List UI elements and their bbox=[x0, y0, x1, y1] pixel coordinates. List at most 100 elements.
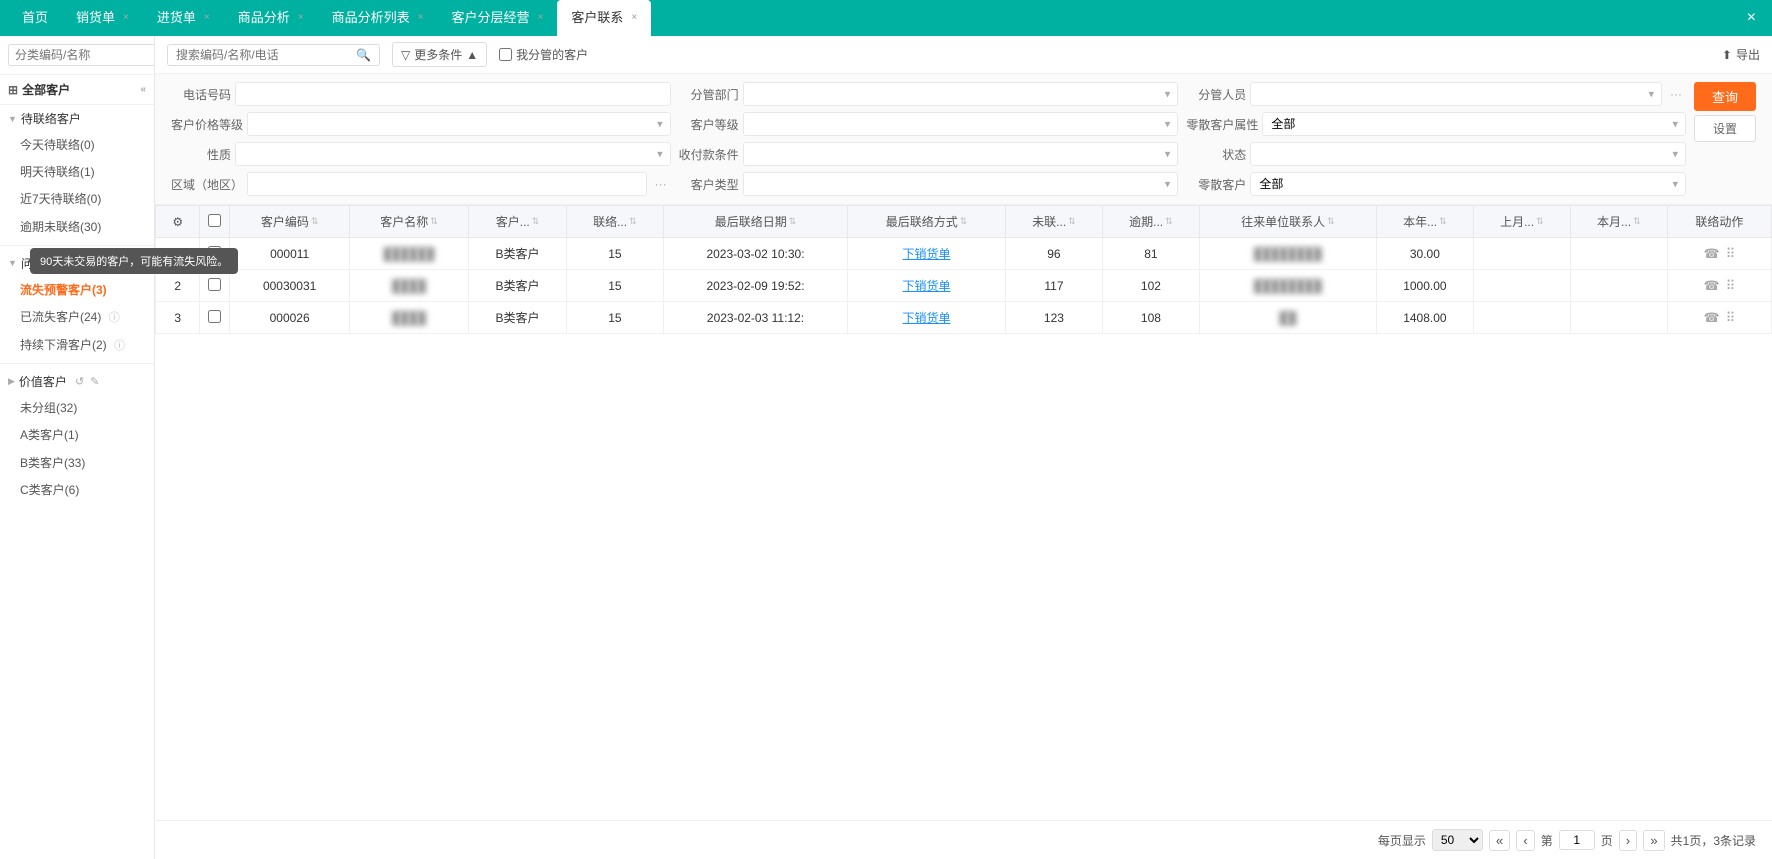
sidebar-item-overdue[interactable]: 逾期未联络(30) bbox=[0, 214, 154, 241]
th-last-month-amt[interactable]: 上月...⇅ bbox=[1473, 206, 1570, 238]
close-all-button[interactable]: × bbox=[1739, 9, 1764, 27]
sidebar-search-input[interactable] bbox=[8, 44, 155, 66]
tab-product-analysis-close[interactable]: × bbox=[298, 0, 304, 36]
tab-customer-tier[interactable]: 客户分层经营 × bbox=[437, 0, 557, 36]
sort-name[interactable]: 客户名称⇅ bbox=[380, 213, 438, 230]
sidebar-group-value-title[interactable]: ▶ 价值客户 ↺ ✎ bbox=[0, 368, 154, 395]
tab-customer-contact[interactable]: 客户联系 × bbox=[557, 0, 651, 36]
td-last-way-3[interactable]: 下销货单 bbox=[848, 302, 1006, 334]
sidebar-item-ungrouped[interactable]: 未分组(32) bbox=[0, 395, 154, 422]
adv-select-manager[interactable] bbox=[1250, 82, 1662, 106]
sort-year-amt[interactable]: 本年...⇅ bbox=[1403, 213, 1447, 230]
adv-input-region[interactable] bbox=[247, 172, 647, 196]
adv-select-price-grade[interactable] bbox=[247, 112, 671, 136]
tab-sales-close[interactable]: × bbox=[123, 0, 129, 36]
manager-dots-button[interactable]: ··· bbox=[1666, 87, 1686, 101]
td-checkbox-3[interactable] bbox=[200, 302, 230, 334]
action-menu-icon-1[interactable]: ⠿ bbox=[1726, 246, 1736, 262]
sort-this-month-amt[interactable]: 本月...⇅ bbox=[1597, 213, 1641, 230]
td-last-way-1[interactable]: 下销货单 bbox=[848, 238, 1006, 270]
adv-select-status[interactable] bbox=[1250, 142, 1686, 166]
query-button[interactable]: 查询 bbox=[1694, 82, 1756, 111]
sort-last-way[interactable]: 最后联络方式⇅ bbox=[886, 213, 968, 230]
per-page-select[interactable]: 50 100 200 bbox=[1432, 829, 1483, 851]
sidebar-group-pending-title[interactable]: ▼ 待联络客户 bbox=[0, 105, 154, 132]
tab-sales[interactable]: 销货单 × bbox=[62, 0, 143, 36]
th-gear[interactable]: ⚙ bbox=[156, 206, 200, 238]
row-checkbox-3[interactable] bbox=[208, 310, 221, 323]
sidebar-all-customers[interactable]: ⊞ 全部客户 « bbox=[0, 75, 154, 105]
sort-liaison[interactable]: 往来单位联系人⇅ bbox=[1241, 213, 1335, 230]
refresh-icon[interactable]: ↺ bbox=[75, 375, 84, 388]
td-checkbox-2[interactable] bbox=[200, 270, 230, 302]
sidebar-item-a-class[interactable]: A类客户(1) bbox=[0, 422, 154, 449]
settings-button[interactable]: 设置 bbox=[1694, 115, 1756, 142]
row-checkbox-2[interactable] bbox=[208, 278, 221, 291]
select-all-checkbox[interactable] bbox=[208, 214, 221, 227]
th-contact[interactable]: 联络...⇅ bbox=[566, 206, 663, 238]
th-this-month-amt[interactable]: 本月...⇅ bbox=[1570, 206, 1667, 238]
th-type[interactable]: 客户...⇅ bbox=[469, 206, 567, 238]
tab-customer-contact-close[interactable]: × bbox=[631, 0, 637, 36]
filter-search-input[interactable] bbox=[176, 48, 356, 62]
adv-select-retail[interactable]: 全部 bbox=[1250, 172, 1686, 196]
sidebar-item-churned[interactable]: 已流失客户(24) ⓘ bbox=[0, 304, 154, 332]
sort-code[interactable]: 客户编码⇅ bbox=[261, 213, 319, 230]
search-orange-icon[interactable]: 🔍 bbox=[356, 48, 371, 62]
adv-select-cust-grade[interactable] bbox=[743, 112, 1179, 136]
action-phone-icon-2[interactable]: ☎ bbox=[1704, 278, 1720, 294]
last-way-link-3[interactable]: 下销货单 bbox=[903, 311, 951, 325]
th-code[interactable]: 客户编码⇅ bbox=[230, 206, 349, 238]
th-overdue[interactable]: 逾期...⇅ bbox=[1102, 206, 1199, 238]
sidebar-item-declining[interactable]: 持续下滑客户(2) ⓘ bbox=[0, 332, 154, 360]
tab-product-list[interactable]: 商品分析列表 × bbox=[318, 0, 438, 36]
sidebar-item-churn-warning[interactable]: 流失预警客户(3) bbox=[0, 277, 154, 304]
th-year-amt[interactable]: 本年...⇅ bbox=[1376, 206, 1473, 238]
first-page-button[interactable]: « bbox=[1489, 830, 1510, 851]
th-last-way[interactable]: 最后联络方式⇅ bbox=[848, 206, 1006, 238]
filter-more-button[interactable]: ▽ 更多条件 ▲ bbox=[392, 42, 487, 67]
adv-select-nature[interactable] bbox=[235, 142, 671, 166]
sidebar-item-b-class[interactable]: B类客户(33) bbox=[0, 450, 154, 477]
adv-select-cust-type[interactable] bbox=[743, 172, 1179, 196]
adv-select-payment[interactable] bbox=[743, 142, 1179, 166]
th-name[interactable]: 客户名称⇅ bbox=[349, 206, 468, 238]
tab-product-list-close[interactable]: × bbox=[418, 0, 424, 36]
sort-last-date[interactable]: 最后联络日期⇅ bbox=[715, 213, 797, 230]
edit-icon[interactable]: ✎ bbox=[90, 375, 99, 388]
last-way-link-2[interactable]: 下销货单 bbox=[903, 279, 951, 293]
action-menu-icon-2[interactable]: ⠿ bbox=[1726, 278, 1736, 294]
sort-type[interactable]: 客户...⇅ bbox=[496, 213, 540, 230]
tab-product-analysis[interactable]: 商品分析 × bbox=[224, 0, 318, 36]
th-liaison[interactable]: 往来单位联系人⇅ bbox=[1199, 206, 1376, 238]
adv-select-retail-attr[interactable]: 全部 bbox=[1262, 112, 1686, 136]
adv-select-dept[interactable] bbox=[743, 82, 1179, 106]
tab-purchase[interactable]: 进货单 × bbox=[143, 0, 224, 36]
sort-uncontact[interactable]: 未联...⇅ bbox=[1032, 213, 1076, 230]
sidebar-item-today[interactable]: 今天待联络(0) bbox=[0, 132, 154, 159]
sidebar-item-tomorrow[interactable]: 明天待联络(1) bbox=[0, 159, 154, 186]
filter-my-customers[interactable]: 我分管的客户 bbox=[499, 46, 588, 63]
sort-last-month-amt[interactable]: 上月...⇅ bbox=[1500, 213, 1544, 230]
sort-overdue[interactable]: 逾期...⇅ bbox=[1129, 213, 1173, 230]
th-checkbox[interactable] bbox=[200, 206, 230, 238]
my-customers-checkbox[interactable] bbox=[499, 48, 512, 61]
sidebar-item-c-class[interactable]: C类客户(6) bbox=[0, 477, 154, 504]
tab-customer-tier-close[interactable]: × bbox=[537, 0, 543, 36]
page-input[interactable] bbox=[1559, 830, 1595, 850]
sort-contact[interactable]: 联络...⇅ bbox=[593, 213, 637, 230]
nav-home[interactable]: 首页 bbox=[8, 0, 62, 36]
info-icon-2[interactable]: ⓘ bbox=[114, 340, 125, 352]
last-page-button[interactable]: » bbox=[1643, 830, 1664, 851]
last-way-link-1[interactable]: 下销货单 bbox=[903, 247, 951, 261]
info-icon-1[interactable]: ⓘ bbox=[109, 312, 120, 324]
action-phone-icon-3[interactable]: ☎ bbox=[1704, 310, 1720, 326]
export-button[interactable]: ⬆ 导出 bbox=[1722, 46, 1760, 63]
sidebar-item-7days[interactable]: 近7天待联络(0) bbox=[0, 186, 154, 213]
th-uncontact[interactable]: 未联...⇅ bbox=[1005, 206, 1102, 238]
prev-page-button[interactable]: ‹ bbox=[1516, 830, 1534, 851]
td-last-way-2[interactable]: 下销货单 bbox=[848, 270, 1006, 302]
next-page-button[interactable]: › bbox=[1619, 830, 1637, 851]
action-phone-icon-1[interactable]: ☎ bbox=[1704, 246, 1720, 262]
sidebar-collapse-icon[interactable]: « bbox=[140, 84, 146, 95]
